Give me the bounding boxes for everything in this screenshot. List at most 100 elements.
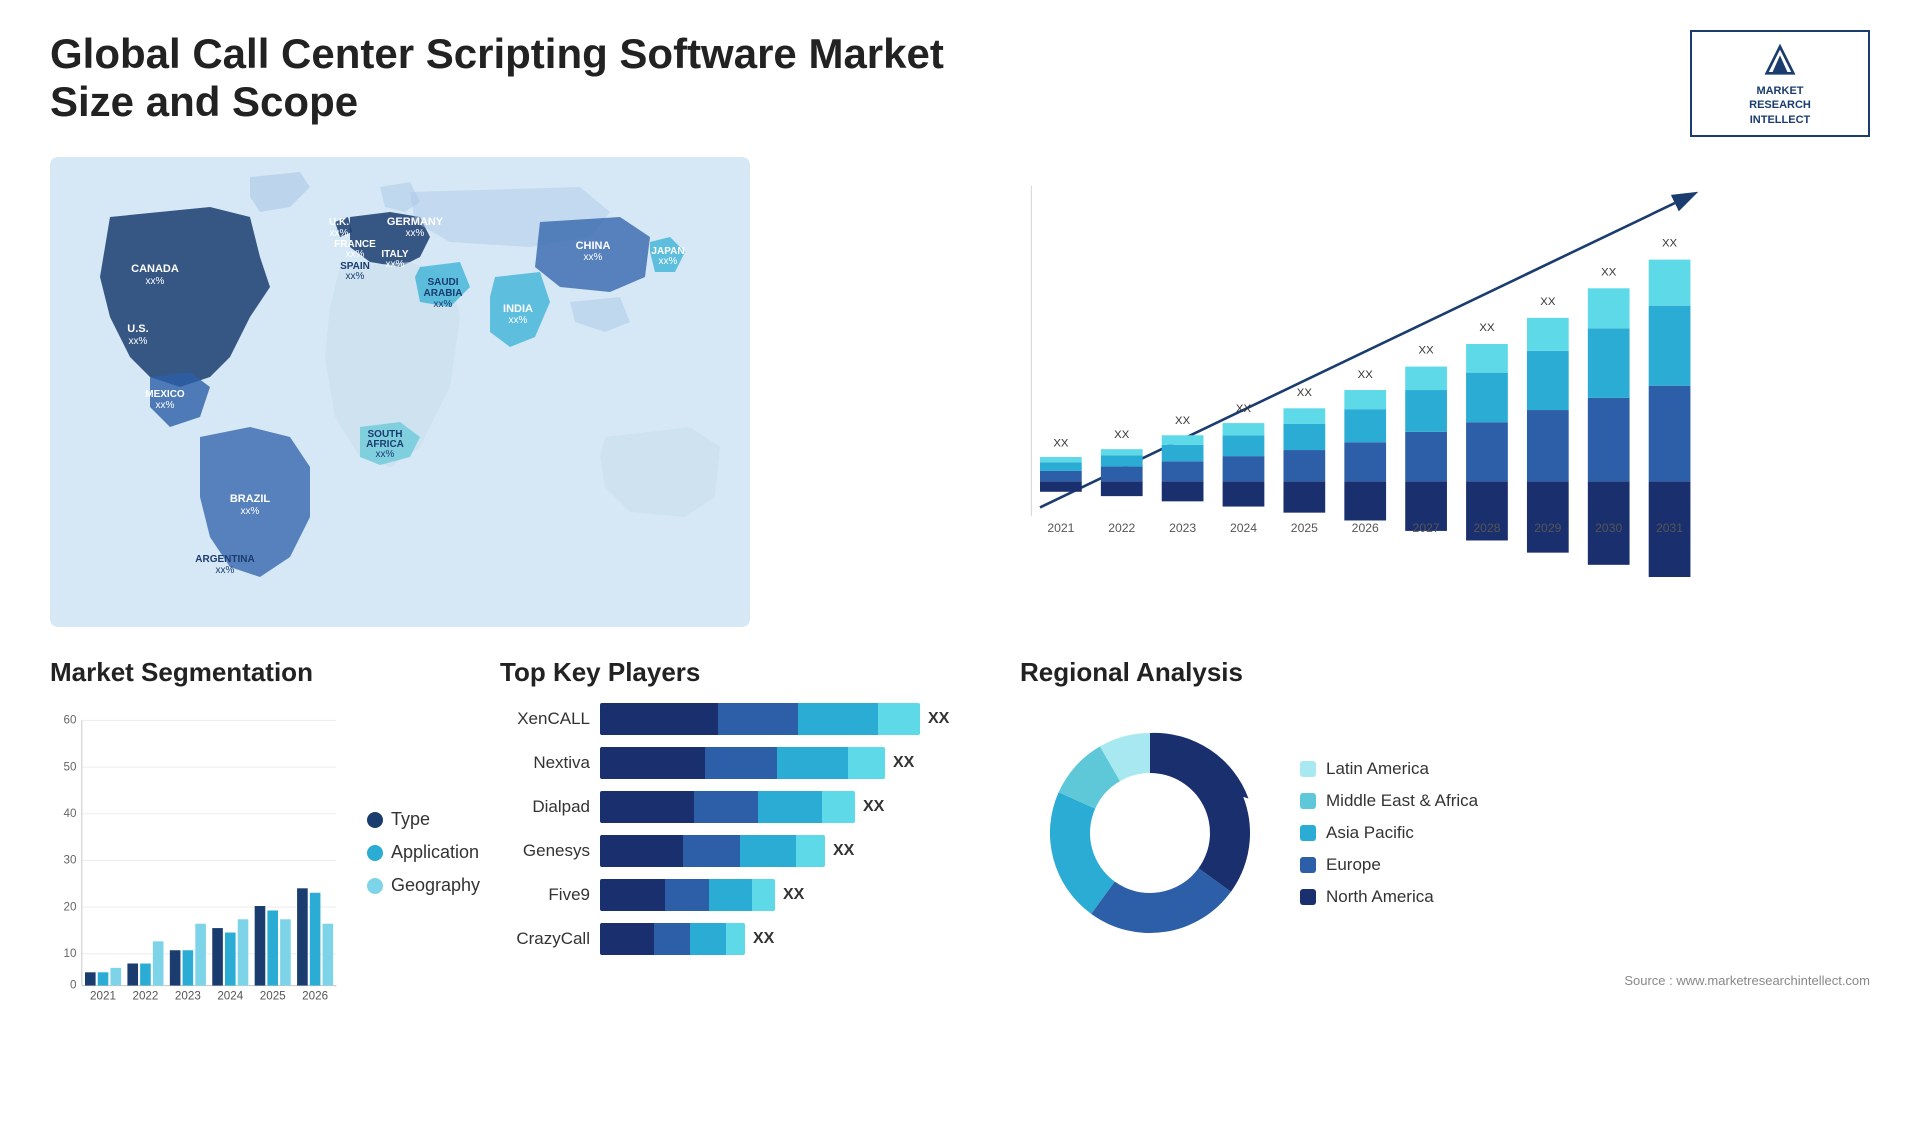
svg-text:2030: 2030 — [1595, 521, 1622, 535]
regional-legend: Latin America Middle East & Africa Asia … — [1300, 759, 1478, 907]
reg-legend-mea: Middle East & Africa — [1300, 791, 1478, 811]
donut-svg — [1020, 703, 1280, 963]
svg-text:xx%: xx% — [346, 271, 365, 282]
player-val-crazycall: XX — [753, 930, 774, 948]
svg-text:2022: 2022 — [1108, 521, 1135, 535]
source-text: Source : www.marketresearchintellect.com — [1020, 973, 1870, 988]
player-row-genesys: Genesys XX — [500, 835, 1000, 867]
player-row-dialpad: Dialpad XX — [500, 791, 1000, 823]
reg-label-latin: Latin America — [1326, 759, 1429, 779]
player-row-crazycall: CrazyCall XX — [500, 923, 1000, 955]
player-name-genesys: Genesys — [500, 841, 590, 861]
svg-text:xx%: xx% — [584, 252, 603, 263]
reg-label-ap: Asia Pacific — [1326, 823, 1414, 843]
bar-group-2031: XX 2031 — [1649, 237, 1691, 576]
reg-label-mea: Middle East & Africa — [1326, 791, 1478, 811]
svg-text:CHINA: CHINA — [576, 240, 611, 252]
bar-group-2030: XX 2030 — [1588, 266, 1630, 565]
top-section: CANADA xx% U.S. xx% MEXICO xx% BRAZIL xx… — [50, 157, 1870, 627]
bar-group-2022: XX 2022 — [1101, 429, 1143, 535]
page: Global Call Center Scripting Software Ma… — [0, 0, 1920, 1146]
svg-text:XX: XX — [1053, 437, 1069, 449]
svg-text:xx%: xx% — [386, 259, 405, 270]
svg-text:2023: 2023 — [1169, 521, 1196, 535]
player-name-five9: Five9 — [500, 885, 590, 905]
donut-segments — [1050, 733, 1250, 933]
svg-text:xx%: xx% — [376, 449, 395, 460]
svg-text:xx%: xx% — [241, 506, 260, 517]
player-name-crazycall: CrazyCall — [500, 929, 590, 949]
svg-text:2025: 2025 — [1291, 521, 1318, 535]
svg-text:2026: 2026 — [302, 989, 328, 1002]
svg-text:xx%: xx% — [216, 565, 235, 576]
svg-text:xx%: xx% — [146, 276, 165, 287]
svg-text:2021: 2021 — [1047, 521, 1074, 535]
reg-label-europe: Europe — [1326, 855, 1381, 875]
player-val-five9: XX — [783, 886, 804, 904]
key-players-section: Top Key Players XenCALL XX — [500, 657, 1000, 1037]
player-bar-wrap-genesys: XX — [600, 835, 1000, 867]
svg-text:xx%: xx% — [406, 228, 425, 239]
player-bar-wrap-xencall: XX — [600, 703, 1000, 735]
player-bar-xencall — [600, 703, 920, 735]
segmentation-legend: Type Application Geography — [357, 703, 480, 1003]
world-map-container: CANADA xx% U.S. xx% MEXICO xx% BRAZIL xx… — [50, 157, 750, 627]
segmentation-section: Market Segmentation 60 50 40 30 20 10 0 — [50, 657, 480, 1037]
reg-legend-na: North America — [1300, 887, 1478, 907]
page-title: Global Call Center Scripting Software Ma… — [50, 30, 950, 126]
segmentation-inner: 60 50 40 30 20 10 0 — [50, 703, 480, 1003]
svg-text:xx%: xx% — [129, 336, 148, 347]
player-name-dialpad: Dialpad — [500, 797, 590, 817]
svg-text:2024: 2024 — [1230, 521, 1257, 535]
legend-application: Application — [367, 842, 480, 863]
bar-group-2024: XX 2024 — [1223, 403, 1265, 535]
svg-text:BRAZIL: BRAZIL — [230, 493, 271, 505]
bar-chart-svg: XX 2021 XX 2022 — [830, 177, 1850, 577]
svg-text:ARABIA: ARABIA — [424, 288, 463, 299]
svg-text:INDIA: INDIA — [503, 303, 533, 315]
player-bar-wrap-crazycall: XX — [600, 923, 1000, 955]
player-bar-crazycall — [600, 923, 745, 955]
svg-text:20: 20 — [64, 900, 77, 913]
geography-label: Geography — [391, 875, 480, 896]
bottom-section: Market Segmentation 60 50 40 30 20 10 0 — [50, 657, 1870, 1037]
player-val-dialpad: XX — [863, 798, 884, 816]
reg-legend-ap: Asia Pacific — [1300, 823, 1478, 843]
svg-text:2026: 2026 — [1352, 521, 1379, 535]
svg-text:XX: XX — [1236, 403, 1252, 415]
svg-text:xx%: xx% — [330, 228, 349, 239]
svg-text:MEXICO: MEXICO — [145, 389, 185, 400]
player-bar-genesys — [600, 835, 825, 867]
svg-text:10: 10 — [64, 947, 77, 960]
svg-text:2021: 2021 — [90, 989, 116, 1002]
player-bar-wrap-five9: XX — [600, 879, 1000, 911]
player-val-xencall: XX — [928, 710, 949, 728]
regional-inner: Latin America Middle East & Africa Asia … — [1020, 703, 1870, 963]
application-label: Application — [391, 842, 479, 863]
bar-group-2027: XX 2027 — [1405, 344, 1447, 534]
bar-group-2026: XX 2026 — [1344, 369, 1386, 535]
svg-text:U.K.: U.K. — [329, 217, 349, 228]
legend-geography: Geography — [367, 875, 480, 896]
player-bar-dialpad — [600, 791, 855, 823]
svg-text:XX: XX — [1662, 237, 1678, 249]
geography-dot — [367, 878, 383, 894]
bar-group-2021: XX 2021 — [1040, 437, 1082, 534]
svg-text:xx%: xx% — [156, 400, 175, 411]
svg-text:CANADA: CANADA — [131, 263, 179, 275]
players-chart: XenCALL XX Nextiva — [500, 703, 1000, 955]
player-row-five9: Five9 XX — [500, 879, 1000, 911]
regional-title: Regional Analysis — [1020, 657, 1870, 688]
svg-text:50: 50 — [64, 760, 77, 773]
header: Global Call Center Scripting Software Ma… — [50, 30, 1870, 137]
svg-text:2027: 2027 — [1413, 521, 1440, 535]
player-bar-wrap-nextiva: XX — [600, 747, 1000, 779]
player-name-nextiva: Nextiva — [500, 753, 590, 773]
svg-text:xx%: xx% — [346, 249, 365, 260]
player-row-nextiva: Nextiva XX — [500, 747, 1000, 779]
reg-dot-europe — [1300, 857, 1316, 873]
player-val-nextiva: XX — [893, 754, 914, 772]
bar-group-2029: XX 2029 — [1527, 296, 1569, 553]
svg-text:2022: 2022 — [132, 989, 158, 1002]
world-map-svg: CANADA xx% U.S. xx% MEXICO xx% BRAZIL xx… — [50, 157, 750, 627]
